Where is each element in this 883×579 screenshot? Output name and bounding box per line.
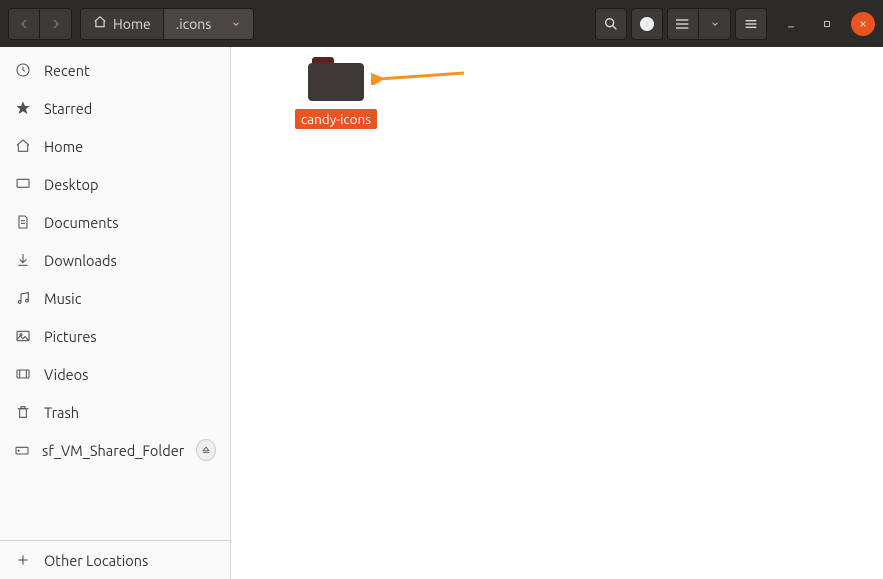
home-icon <box>14 137 32 155</box>
folder-label: candy-icons <box>295 109 377 129</box>
sidebar-item-recent[interactable]: Recent <box>0 51 230 89</box>
sidebar-item-label: Other Locations <box>44 552 148 569</box>
sidebar-item-downloads[interactable]: Downloads <box>0 241 230 279</box>
window-close-button[interactable] <box>851 12 875 36</box>
recording-indicator[interactable] <box>631 8 663 40</box>
body: Recent Starred Home Desktop Documents Do… <box>0 47 883 579</box>
path-current[interactable]: .icons <box>164 8 255 40</box>
music-icon <box>14 289 32 307</box>
desktop-icon <box>14 175 32 193</box>
plus-icon <box>14 551 32 569</box>
view-group <box>667 8 731 40</box>
sidebar-item-label: Desktop <box>44 176 98 193</box>
forward-button[interactable] <box>40 8 72 40</box>
sidebar-item-pictures[interactable]: Pictures <box>0 317 230 355</box>
sidebar-item-starred[interactable]: Starred <box>0 89 230 127</box>
back-button[interactable] <box>8 8 40 40</box>
sidebar-item-label: Trash <box>44 404 79 421</box>
trash-icon <box>14 403 32 421</box>
folder-item[interactable]: candy-icons <box>291 57 381 129</box>
sidebar-item-documents[interactable]: Documents <box>0 203 230 241</box>
sidebar-item-label: Starred <box>44 100 92 117</box>
window-minimize-button[interactable] <box>779 12 803 36</box>
drive-icon <box>14 441 30 459</box>
sidebar-item-shared-folder[interactable]: sf_VM_Shared_Folder <box>0 431 230 469</box>
sidebar-item-label: Recent <box>44 62 90 79</box>
toolbar-right <box>595 8 875 40</box>
pictures-icon <box>14 327 32 345</box>
star-icon <box>14 99 32 117</box>
view-list-button[interactable] <box>667 8 699 40</box>
videos-icon <box>14 365 32 383</box>
annotation-arrow <box>371 61 466 85</box>
sidebar: Recent Starred Home Desktop Documents Do… <box>0 47 231 579</box>
eject-button[interactable] <box>196 439 216 461</box>
documents-icon <box>14 213 32 231</box>
clock-icon <box>14 61 32 79</box>
view-dropdown-button[interactable] <box>699 8 731 40</box>
path-current-label: .icons <box>176 16 212 32</box>
path-home-label: Home <box>113 16 151 32</box>
circle-icon <box>640 17 654 31</box>
sidebar-item-label: sf_VM_Shared_Folder <box>42 442 184 459</box>
hamburger-menu-button[interactable] <box>735 8 767 40</box>
sidebar-item-label: Videos <box>44 366 88 383</box>
sidebar-item-other-locations[interactable]: Other Locations <box>0 541 230 579</box>
sidebar-item-trash[interactable]: Trash <box>0 393 230 431</box>
sidebar-item-label: Music <box>44 290 81 307</box>
chevron-down-icon <box>231 16 241 32</box>
file-view[interactable]: candy-icons <box>231 47 883 579</box>
path-home[interactable]: Home <box>80 8 164 40</box>
sidebar-item-music[interactable]: Music <box>0 279 230 317</box>
sidebar-item-label: Pictures <box>44 328 97 345</box>
downloads-icon <box>14 251 32 269</box>
nav-group <box>8 8 72 40</box>
sidebar-item-videos[interactable]: Videos <box>0 355 230 393</box>
folder-icon <box>308 57 364 101</box>
path-bar: Home .icons <box>80 8 254 40</box>
sidebar-item-label: Downloads <box>44 252 117 269</box>
sidebar-item-home[interactable]: Home <box>0 127 230 165</box>
titlebar: Home .icons <box>0 0 883 47</box>
home-icon <box>93 15 107 32</box>
search-button[interactable] <box>595 8 627 40</box>
sidebar-item-desktop[interactable]: Desktop <box>0 165 230 203</box>
sidebar-item-label: Home <box>44 138 83 155</box>
window-maximize-button[interactable] <box>815 12 839 36</box>
sidebar-item-label: Documents <box>44 214 119 231</box>
